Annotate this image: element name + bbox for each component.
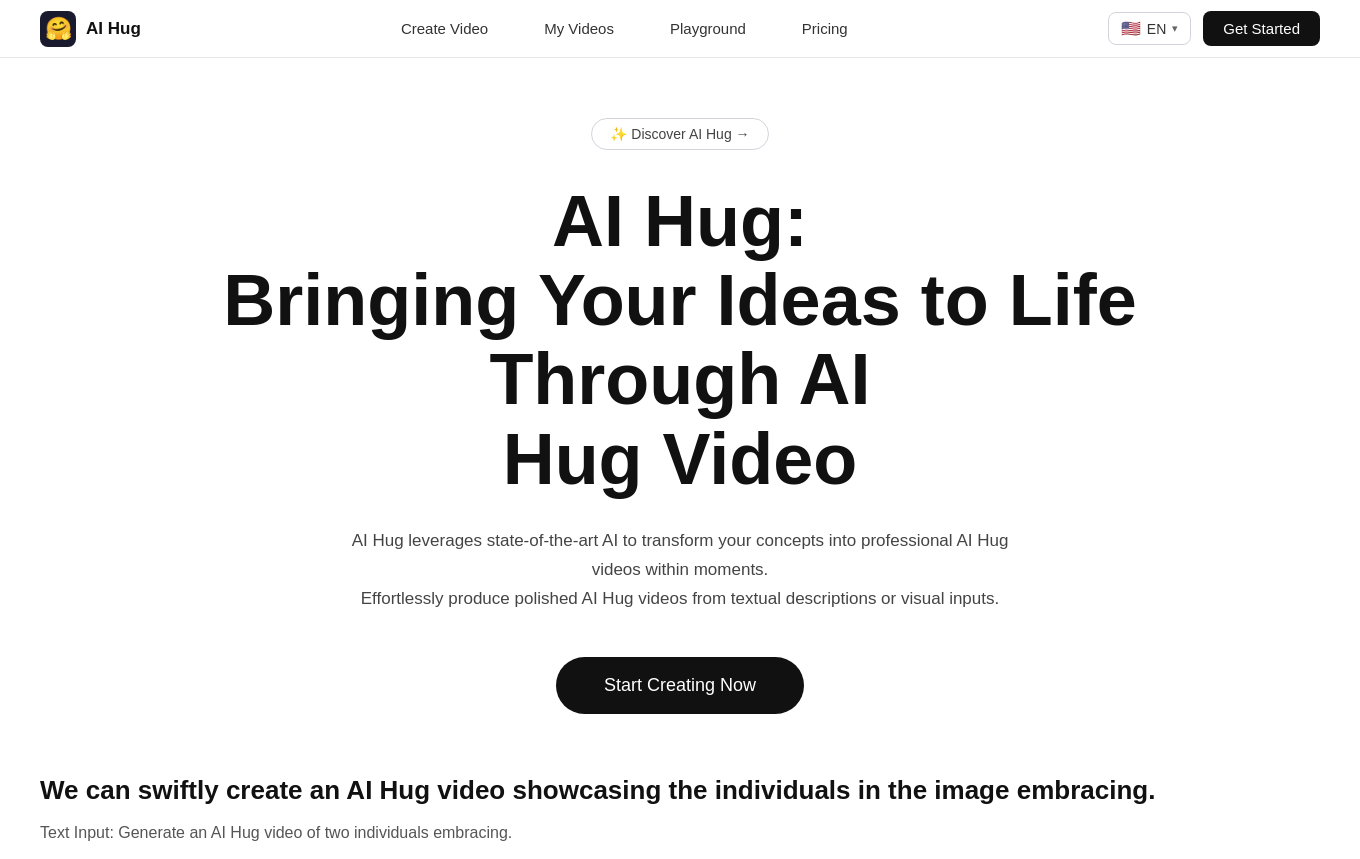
header-right: 🇺🇸 EN ▾ Get Started [1108, 11, 1320, 46]
logo-text: AI Hug [86, 19, 141, 39]
language-selector[interactable]: 🇺🇸 EN ▾ [1108, 12, 1191, 45]
chevron-down-icon: ▾ [1172, 22, 1178, 35]
hero-section: ✨ Discover AI Hug → AI Hug: Bringing You… [0, 58, 1360, 774]
nav-pricing[interactable]: Pricing [774, 0, 876, 58]
nav-my-videos[interactable]: My Videos [516, 0, 642, 58]
logo-icon: 🤗 [40, 11, 76, 47]
hero-subtitle-line1: AI Hug leverages state-of-the-art AI to … [352, 531, 1009, 579]
discover-badge[interactable]: ✨ Discover AI Hug → [591, 118, 768, 150]
language-code: EN [1147, 21, 1166, 37]
logo[interactable]: 🤗 AI Hug [40, 11, 141, 47]
hero-title-line2: Bringing Your Ideas to Life Through AI [223, 260, 1136, 419]
flag-icon: 🇺🇸 [1121, 19, 1141, 38]
showcase-section: We can swiftly create an AI Hug video sh… [0, 774, 1360, 859]
main-nav: Create Video My Videos Playground Pricin… [373, 0, 876, 58]
nav-create-video[interactable]: Create Video [373, 0, 516, 58]
hero-subtitle-line2: Effortlessly produce polished AI Hug vid… [361, 589, 999, 608]
nav-playground[interactable]: Playground [642, 0, 774, 58]
hero-subtitle: AI Hug leverages state-of-the-art AI to … [330, 527, 1030, 614]
section-input-label: Text Input: Generate an AI Hug video of … [40, 824, 1320, 842]
get-started-button[interactable]: Get Started [1203, 11, 1320, 46]
hero-title-line1: AI Hug: [552, 181, 808, 261]
section-tagline: We can swiftly create an AI Hug video sh… [40, 774, 1320, 808]
start-creating-button[interactable]: Start Creating Now [556, 657, 804, 714]
hero-title-line3: Hug Video [503, 419, 858, 499]
site-header: 🤗 AI Hug Create Video My Videos Playgrou… [0, 0, 1360, 58]
hero-title: AI Hug: Bringing Your Ideas to Life Thro… [130, 182, 1230, 499]
